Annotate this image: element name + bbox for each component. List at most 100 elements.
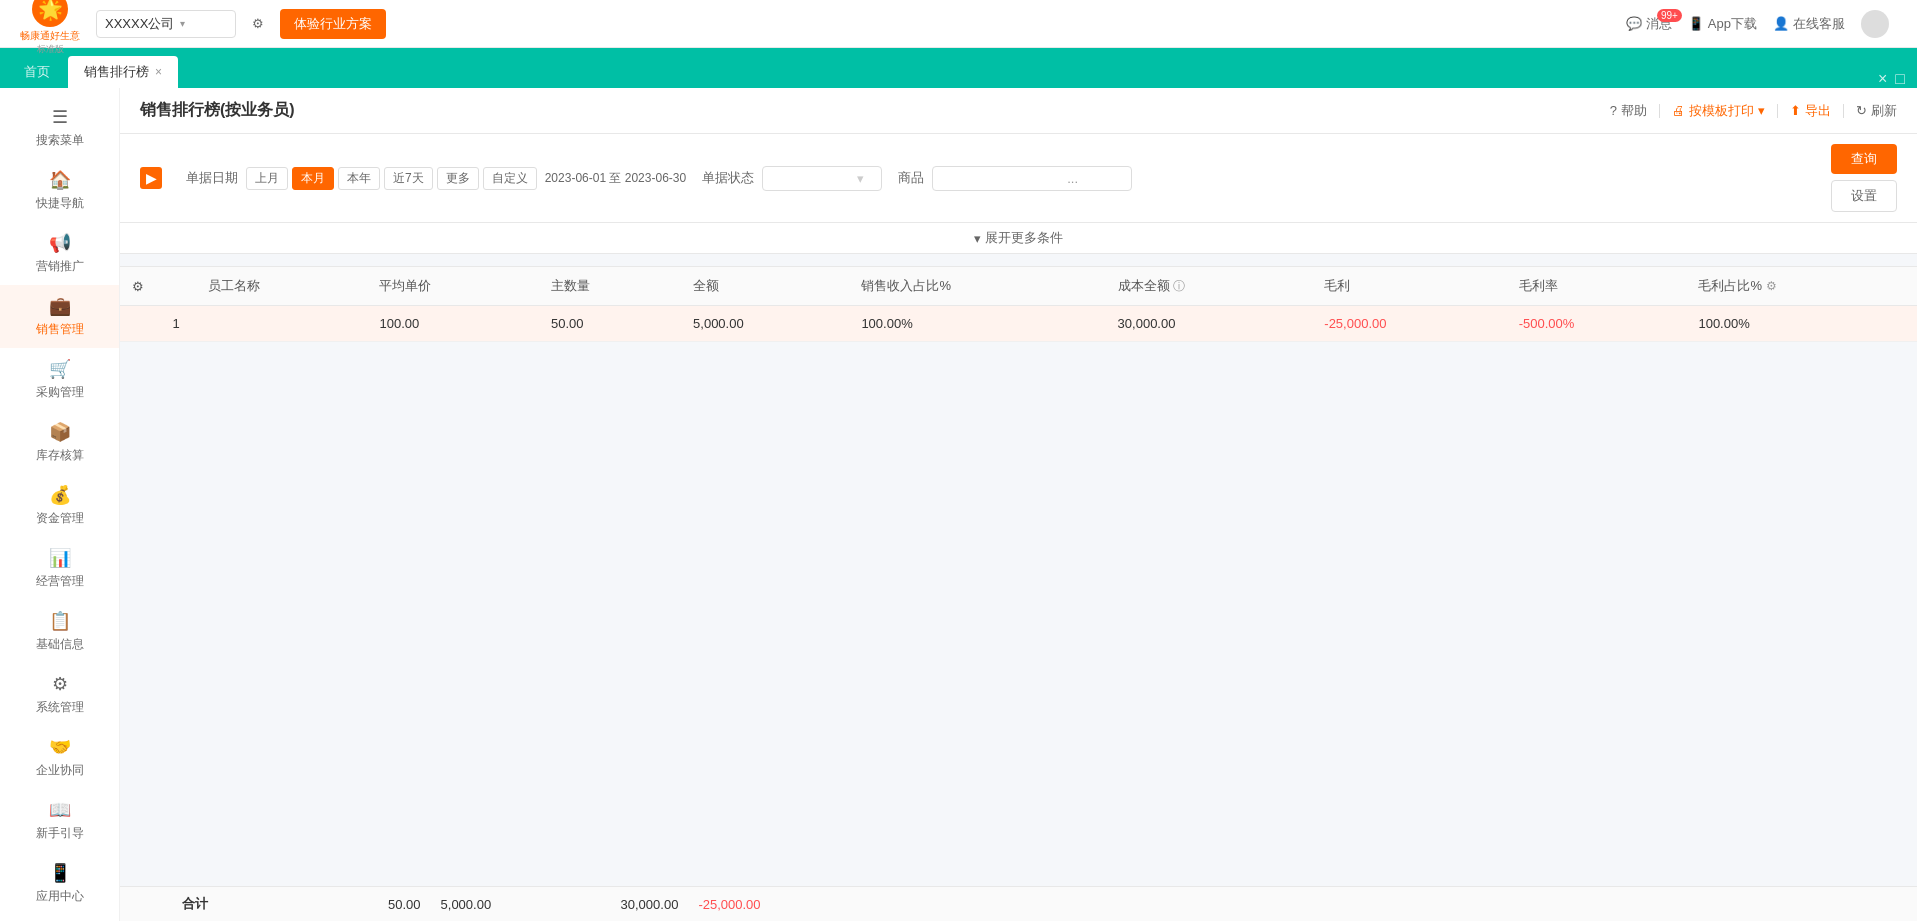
total-label: 合计 (132, 895, 208, 913)
sidebar-item-search-orders[interactable]: ☰ 搜索菜单 (0, 96, 119, 159)
col-cost-amount: 成本全额 ⓘ (1106, 267, 1313, 306)
settings-icon[interactable]: ⚙ (244, 10, 272, 38)
col-employee: 员工名称 (196, 267, 367, 306)
refresh-button[interactable]: ↻ 刷新 (1856, 102, 1897, 120)
col-settings-icon: ⚙ (132, 279, 144, 294)
print-button[interactable]: 🖨 按模板打印 ▾ (1672, 102, 1765, 120)
this-year-btn[interactable]: 本年 (338, 167, 380, 190)
date-to: 2023-06-30 (625, 171, 686, 185)
goods-filter-group: 商品 ... (898, 166, 1132, 191)
col-settings[interactable]: ⚙ (120, 267, 156, 306)
custom-btn[interactable]: 自定义 (483, 167, 537, 190)
sidebar-item-purchase[interactable]: 🛒 采购管理 (0, 348, 119, 411)
sidebar-item-label: 采购管理 (36, 384, 84, 401)
window-maximize-icon[interactable]: □ (1895, 70, 1905, 88)
col-gross-profit: 毛利 (1312, 267, 1506, 306)
cost-info-icon[interactable]: ⓘ (1173, 279, 1185, 293)
expand-label: 展开更多条件 (985, 229, 1063, 247)
table-container: ⚙ 员工名称 平均单价 主数量 全额 销售收入占比% 成本全额 ⓘ 毛利 毛利率 (120, 254, 1917, 886)
operation-icon: 📊 (49, 547, 71, 569)
expand-more-btn[interactable]: ▾ 展开更多条件 (974, 229, 1063, 247)
sidebar-item-guide[interactable]: 📖 新手引导 (0, 789, 119, 852)
row-main-qty: 50.00 (539, 306, 681, 342)
sidebar-item-marketing[interactable]: 📢 营销推广 (0, 222, 119, 285)
sidebar: ☰ 搜索菜单 🏠 快捷导航 📢 营销推广 💼 销售管理 🛒 采购管理 📦 库存核… (0, 88, 120, 921)
status-select[interactable]: ▾ (762, 166, 882, 191)
sidebar-item-label: 企业协同 (36, 762, 84, 779)
service-icon: 👤 (1773, 16, 1789, 31)
basic-info-icon: 📋 (49, 610, 71, 632)
row-cost-amount: 30,000.00 (1106, 306, 1313, 342)
sidebar-item-inventory[interactable]: 📦 库存核算 (0, 411, 119, 474)
sidebar-item-system[interactable]: ⚙ 系统管理 (0, 663, 119, 726)
refresh-label: 刷新 (1871, 102, 1897, 120)
expand-icon: ▾ (974, 231, 981, 246)
sidebar-item-finance[interactable]: 💰 资金管理 (0, 474, 119, 537)
sidebar-item-label: 销售管理 (36, 321, 84, 338)
sidebar-item-quick-nav[interactable]: 🏠 快捷导航 (0, 159, 119, 222)
refresh-icon: ↻ (1856, 103, 1867, 118)
col-avg-price: 平均单价 (367, 267, 538, 306)
goods-input[interactable]: ... (932, 166, 1132, 191)
row-settings (120, 306, 156, 342)
top-bar: 🌟 畅康通好生意 标准版 XXXXX公司 ▾ ⚙ 体验行业方案 💬 消息 99+… (0, 0, 1917, 48)
sidebar-item-basic-info[interactable]: 📋 基础信息 (0, 600, 119, 663)
total-amount: 5,000.00 (441, 897, 501, 912)
company-selector[interactable]: XXXXX公司 ▾ (96, 10, 236, 38)
enterprise-icon: 🤝 (49, 736, 71, 758)
filter-bar: ▶ 单据日期 上月 本月 本年 近7天 更多 自定义 2023-06-01 至 … (120, 134, 1917, 223)
row-sales-pct: 100.00% (849, 306, 1105, 342)
trial-button[interactable]: 体验行业方案 (280, 9, 386, 39)
row-rank: 1 (156, 306, 196, 342)
tab-sales-ranking[interactable]: 销售排行榜 × (68, 56, 178, 88)
export-label: 导出 (1805, 102, 1831, 120)
page-title: 销售排行榜(按业务员) (140, 100, 295, 121)
date-label: 单据日期 (186, 169, 238, 187)
window-close-icon[interactable]: × (1878, 70, 1887, 88)
row-gross-profit: -25,000.00 (1312, 306, 1506, 342)
sidebar-item-label: 经营管理 (36, 573, 84, 590)
sidebar-item-app-center[interactable]: 📱 应用中心 (0, 852, 119, 915)
gross-pct-icon[interactable]: ⚙ (1766, 279, 1777, 293)
help-button[interactable]: ? 帮助 (1610, 102, 1647, 120)
more-btn[interactable]: 更多 (437, 167, 479, 190)
service-label: 在线客服 (1793, 15, 1845, 33)
total-main-qty: 50.00 (388, 897, 421, 912)
nav-tab-actions: × □ (1878, 70, 1917, 88)
filter-collapse-btn[interactable]: ▶ (140, 167, 162, 189)
help-label: 帮助 (1621, 102, 1647, 120)
message-button[interactable]: 💬 消息 99+ (1626, 15, 1672, 33)
app-center-icon: 📱 (49, 862, 71, 884)
date-filter-group: 单据日期 上月 本月 本年 近7天 更多 自定义 2023-06-01 至 20… (186, 167, 686, 190)
logo-title: 畅康通好生意 (20, 29, 80, 43)
sidebar-item-label: 库存核算 (36, 447, 84, 464)
home-icon: 🏠 (49, 169, 71, 191)
avatar[interactable] (1861, 10, 1889, 38)
print-icon: 🖨 (1672, 103, 1685, 118)
sidebar-item-sales[interactable]: 💼 销售管理 (0, 285, 119, 348)
total-gross-profit: -25,000.00 (698, 897, 760, 912)
sidebar-item-wechat[interactable]: 💬 企业微信 (0, 915, 119, 921)
help-icon: ? (1610, 103, 1617, 118)
setup-button[interactable]: 设置 (1831, 180, 1897, 212)
last7-btn[interactable]: 近7天 (384, 167, 433, 190)
logo: 🌟 畅康通好生意 标准版 (12, 0, 88, 64)
prev-month-btn[interactable]: 上月 (246, 167, 288, 190)
query-button[interactable]: 查询 (1831, 144, 1897, 174)
tab-home[interactable]: 首页 (8, 56, 66, 88)
sidebar-item-enterprise[interactable]: 🤝 企业协同 (0, 726, 119, 789)
export-button[interactable]: ⬆ 导出 (1790, 102, 1831, 120)
col-rank (156, 267, 196, 306)
sidebar-item-label: 基础信息 (36, 636, 84, 653)
message-icon: 💬 (1626, 16, 1642, 31)
tab-close-icon[interactable]: × (155, 65, 162, 79)
col-sales-pct: 销售收入占比% (849, 267, 1105, 306)
online-service-button[interactable]: 👤 在线客服 (1773, 15, 1845, 33)
app-download-button[interactable]: 📱 App下载 (1688, 15, 1757, 33)
this-month-btn[interactable]: 本月 (292, 167, 334, 190)
date-separator: 至 (609, 171, 624, 185)
sidebar-item-operation[interactable]: 📊 经营管理 (0, 537, 119, 600)
row-employee (196, 306, 367, 342)
status-chevron-icon: ▾ (857, 171, 864, 186)
page-actions: ? 帮助 🖨 按模板打印 ▾ ⬆ 导出 ↻ 刷新 (1610, 102, 1897, 120)
